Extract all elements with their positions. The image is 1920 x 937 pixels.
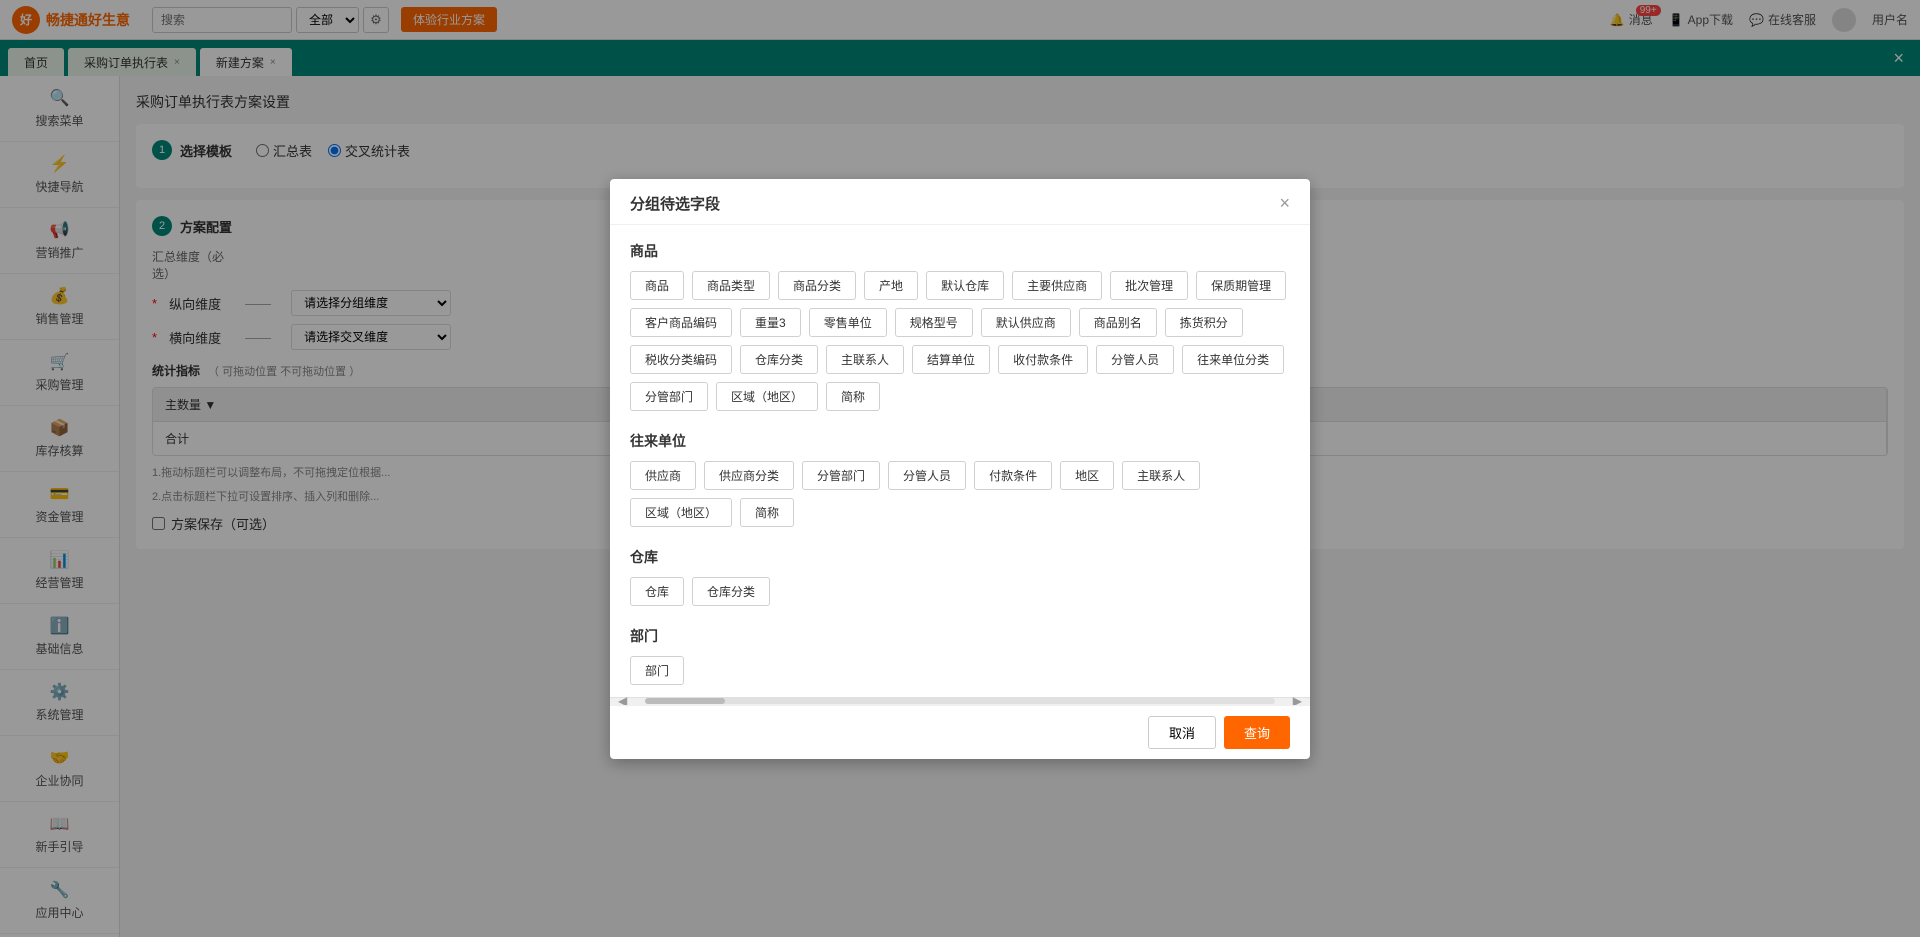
field-group-warehouse: 仓库 仓库 仓库分类 bbox=[630, 547, 1290, 606]
field-tag[interactable]: 简称 bbox=[740, 498, 794, 527]
field-tag[interactable]: 主联系人 bbox=[1122, 461, 1200, 490]
modal-header: 分组待选字段 × bbox=[610, 179, 1310, 225]
modal-cancel-button[interactable]: 取消 bbox=[1148, 716, 1216, 749]
field-group-partner: 往来单位 供应商 供应商分类 分管部门 分管人员 付款条件 地区 主联系人 区域… bbox=[630, 431, 1290, 527]
field-tag[interactable]: 保质期管理 bbox=[1196, 271, 1286, 300]
hscroll-thumb[interactable] bbox=[645, 698, 725, 704]
field-tag[interactable]: 供应商 bbox=[630, 461, 696, 490]
field-tag[interactable]: 商品别名 bbox=[1079, 308, 1157, 337]
field-tag[interactable]: 仓库分类 bbox=[740, 345, 818, 374]
field-tag[interactable]: 分管部门 bbox=[802, 461, 880, 490]
field-tag[interactable]: 仓库 bbox=[630, 577, 684, 606]
field-tag[interactable]: 结算单位 bbox=[912, 345, 990, 374]
modal-body: 商品 商品 商品类型 商品分类 产地 默认仓库 主要供应商 批次管理 保质期管理… bbox=[610, 225, 1310, 697]
field-tag[interactable]: 地区 bbox=[1060, 461, 1114, 490]
field-tag[interactable]: 商品类型 bbox=[692, 271, 770, 300]
field-group-dept-title: 部门 bbox=[630, 626, 1290, 646]
field-group-partner-title: 往来单位 bbox=[630, 431, 1290, 451]
field-tag[interactable]: 商品 bbox=[630, 271, 684, 300]
field-tag[interactable]: 区域（地区） bbox=[716, 382, 818, 411]
field-tag[interactable]: 分管人员 bbox=[888, 461, 966, 490]
modal-hscroll[interactable]: ◀ ▶ bbox=[610, 697, 1310, 705]
field-tag[interactable]: 分管部门 bbox=[630, 382, 708, 411]
field-group-product-title: 商品 bbox=[630, 241, 1290, 261]
field-tags-product: 商品 商品类型 商品分类 产地 默认仓库 主要供应商 批次管理 保质期管理 客户… bbox=[630, 271, 1290, 411]
field-tag[interactable]: 分管人员 bbox=[1096, 345, 1174, 374]
field-tag[interactable]: 产地 bbox=[864, 271, 918, 300]
field-tag[interactable]: 客户商品编码 bbox=[630, 308, 732, 337]
field-tag[interactable]: 零售单位 bbox=[809, 308, 887, 337]
field-tag[interactable]: 商品分类 bbox=[778, 271, 856, 300]
field-tag[interactable]: 付款条件 bbox=[974, 461, 1052, 490]
field-tag[interactable]: 默认仓库 bbox=[926, 271, 1004, 300]
field-tag[interactable]: 仓库分类 bbox=[692, 577, 770, 606]
modal-overlay: 分组待选字段 × 商品 商品 商品类型 商品分类 产地 默认仓库 主要供应商 批… bbox=[0, 0, 1920, 937]
field-group-dept: 部门 部门 bbox=[630, 626, 1290, 685]
modal-footer: 取消 查询 bbox=[610, 705, 1310, 759]
field-tag[interactable]: 拣货积分 bbox=[1165, 308, 1243, 337]
field-tags-partner: 供应商 供应商分类 分管部门 分管人员 付款条件 地区 主联系人 区域（地区） … bbox=[630, 461, 1290, 527]
field-tag[interactable]: 区域（地区） bbox=[630, 498, 732, 527]
field-tag[interactable]: 批次管理 bbox=[1110, 271, 1188, 300]
field-tag[interactable]: 重量3 bbox=[740, 308, 801, 337]
field-tag[interactable]: 主联系人 bbox=[826, 345, 904, 374]
field-tag[interactable]: 往来单位分类 bbox=[1182, 345, 1284, 374]
field-select-modal: 分组待选字段 × 商品 商品 商品类型 商品分类 产地 默认仓库 主要供应商 批… bbox=[610, 179, 1310, 759]
field-tag[interactable]: 主要供应商 bbox=[1012, 271, 1102, 300]
field-tag[interactable]: 税收分类编码 bbox=[630, 345, 732, 374]
field-group-product: 商品 商品 商品类型 商品分类 产地 默认仓库 主要供应商 批次管理 保质期管理… bbox=[630, 241, 1290, 411]
field-tags-warehouse: 仓库 仓库分类 bbox=[630, 577, 1290, 606]
field-tag[interactable]: 部门 bbox=[630, 656, 684, 685]
field-tag[interactable]: 默认供应商 bbox=[981, 308, 1071, 337]
modal-close-button[interactable]: × bbox=[1279, 193, 1290, 214]
field-tag[interactable]: 收付款条件 bbox=[998, 345, 1088, 374]
modal-title: 分组待选字段 bbox=[630, 193, 720, 214]
field-tag[interactable]: 供应商分类 bbox=[704, 461, 794, 490]
field-tag[interactable]: 简称 bbox=[826, 382, 880, 411]
field-group-warehouse-title: 仓库 bbox=[630, 547, 1290, 567]
modal-confirm-button[interactable]: 查询 bbox=[1224, 716, 1290, 749]
hscroll-track bbox=[645, 698, 1275, 704]
field-tags-dept: 部门 bbox=[630, 656, 1290, 685]
field-tag[interactable]: 规格型号 bbox=[895, 308, 973, 337]
